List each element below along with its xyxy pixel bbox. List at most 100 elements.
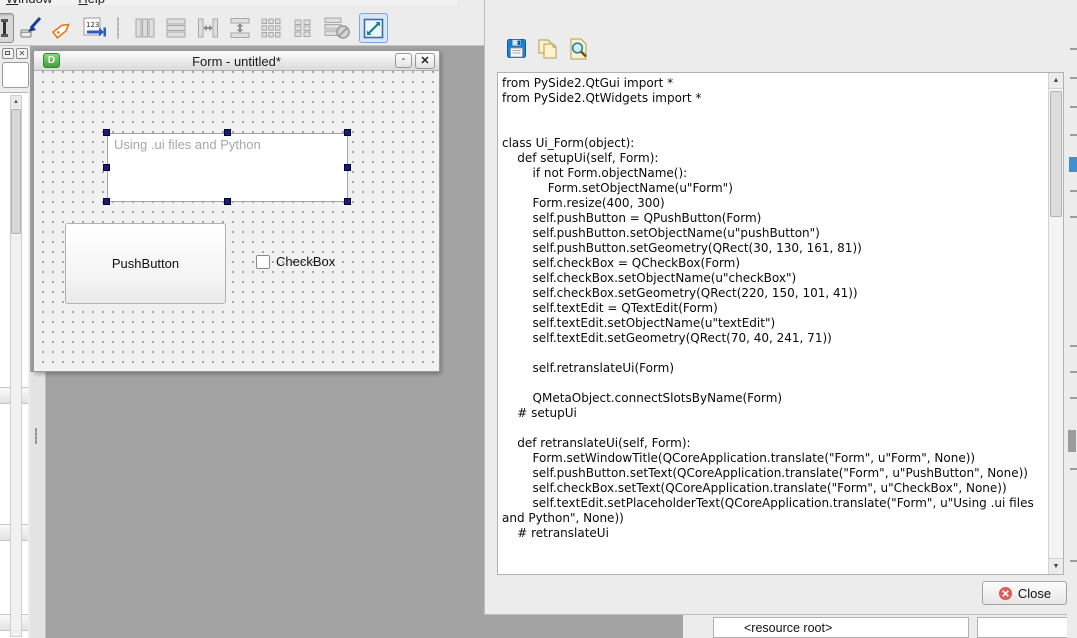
minimize-icon: - xyxy=(402,53,406,65)
code-line: self.textEdit = QTextEdit(Form) xyxy=(502,301,1046,316)
selection-handle[interactable] xyxy=(224,198,231,205)
code-line: def setupUi(self, Form): xyxy=(502,151,1046,166)
layout-form-icon xyxy=(292,17,314,39)
scroll-up-button[interactable]: ▲ xyxy=(1049,73,1063,89)
panel-fragment xyxy=(1070,345,1077,347)
code-preview-dialog: from PySide2.QtGui import *from PySide2.… xyxy=(484,0,1067,615)
dock-close-button[interactable]: ✕ xyxy=(16,48,28,59)
form-titlebar[interactable]: D Form - untitled* - ✕ xyxy=(34,51,439,71)
resource-browser-dock: <resource root> xyxy=(683,615,1077,638)
dialog-close-button[interactable]: Close xyxy=(982,581,1067,605)
code-scrollbar[interactable]: ▲ ▼ xyxy=(1048,73,1063,574)
layout-grid-icon xyxy=(260,17,282,39)
pushbutton-label: PushButton xyxy=(112,256,179,271)
panel-fragment xyxy=(1070,190,1077,192)
scrollbar-thumb[interactable] xyxy=(1050,91,1062,217)
save-icon xyxy=(505,37,528,60)
edit-signals-slots-button[interactable] xyxy=(17,13,45,43)
layout-horizontal-icon xyxy=(134,17,156,39)
scroll-down-icon: ▼ xyxy=(1053,563,1060,570)
copy-button[interactable] xyxy=(536,37,560,61)
code-line: self.pushButton = QPushButton(Form) xyxy=(502,211,1046,226)
selection-handle[interactable] xyxy=(224,129,231,136)
code-line: # retranslateUi xyxy=(502,526,1046,541)
layout-grid-button[interactable] xyxy=(257,13,284,43)
save-button[interactable] xyxy=(505,37,529,61)
selection-handle[interactable] xyxy=(344,164,351,171)
code-line: Form.setObjectName(u"Form") xyxy=(502,181,1046,196)
break-layout-button[interactable] xyxy=(320,13,353,43)
panel-fragment xyxy=(1070,48,1077,50)
layout-horizontal-button[interactable] xyxy=(131,13,158,43)
checkbox-widget[interactable]: CheckBox xyxy=(256,254,335,269)
resource-tree[interactable]: <resource root> xyxy=(713,617,969,638)
textedit-placeholder: Using .ui files and Python xyxy=(114,137,261,152)
code-line: def retranslateUi(self, Form): xyxy=(502,436,1046,451)
layout-splitter-vertical-icon xyxy=(229,17,251,39)
code-line: self.checkBox.setObjectName(u"checkBox") xyxy=(502,271,1046,286)
code-line: Form.setWindowTitle(QCoreApplication.tra… xyxy=(502,451,1046,466)
widget-box-list[interactable]: ▲ xyxy=(0,92,28,638)
close-icon: ✕ xyxy=(420,55,429,67)
splitter-handle[interactable] xyxy=(35,428,37,444)
code-line xyxy=(502,106,1046,121)
edit-signals-slots-icon xyxy=(19,16,43,40)
panel-fragment xyxy=(1070,560,1077,562)
code-line: and Python", None)) xyxy=(502,511,1046,526)
code-line: self.pushButton.setObjectName(u"pushButt… xyxy=(502,226,1046,241)
widget-filter-input[interactable] xyxy=(2,62,29,88)
layout-vertical-button[interactable] xyxy=(162,13,189,43)
selection-handle[interactable] xyxy=(103,129,110,136)
panel-fragment xyxy=(1070,134,1077,136)
find-button[interactable] xyxy=(567,37,591,61)
layout-splitter-vertical-button[interactable] xyxy=(226,13,253,43)
form-canvas[interactable]: Using .ui files and Python PushButton Ch… xyxy=(34,71,439,371)
panel-fragment xyxy=(1070,468,1077,470)
form-designer-window: D Form - untitled* - ✕ Using .ui files a… xyxy=(33,50,440,372)
scrollbar-thumb[interactable] xyxy=(11,109,21,234)
code-text[interactable]: from PySide2.QtGui import *from PySide2.… xyxy=(502,76,1046,572)
edit-tab-order-button[interactable]: 123 xyxy=(79,13,109,43)
selection-handle[interactable] xyxy=(103,198,110,205)
dialog-close-label: Close xyxy=(1018,586,1051,601)
layout-form-button[interactable] xyxy=(289,13,316,43)
find-icon xyxy=(567,37,591,61)
scroll-down-button[interactable]: ▼ xyxy=(1049,558,1063,574)
resource-root-label: <resource root> xyxy=(744,621,832,635)
edit-buddies-icon xyxy=(50,16,74,40)
code-line: from PySide2.QtWidgets import * xyxy=(502,91,1046,106)
layout-splitter-horizontal-icon xyxy=(197,17,219,39)
panel-fragment xyxy=(1070,397,1077,399)
code-line xyxy=(502,346,1046,361)
selection-handle[interactable] xyxy=(344,198,351,205)
widget-box-scrollbar[interactable]: ▲ xyxy=(10,95,22,637)
layout-splitter-horizontal-button[interactable] xyxy=(194,13,221,43)
form-window-title: Form - untitled* xyxy=(34,54,439,69)
code-line: self.checkBox = QCheckBox(Form) xyxy=(502,256,1046,271)
scroll-up-icon: ▲ xyxy=(1053,77,1060,84)
scroll-up-icon[interactable]: ▲ xyxy=(11,96,21,108)
dock-float-button[interactable] xyxy=(2,48,14,59)
window-close-button[interactable]: ✕ xyxy=(415,53,435,69)
panel-fragment xyxy=(1070,371,1077,373)
float-icon xyxy=(5,51,10,55)
code-line xyxy=(502,376,1046,391)
right-panel-sliver xyxy=(1067,0,1077,638)
code-line: QMetaObject.connectSlotsByName(Form) xyxy=(502,391,1046,406)
code-line: self.textEdit.setPlaceholderText(QCoreAp… xyxy=(502,496,1046,511)
widget-box-dock: ✕ ▲ xyxy=(0,46,30,638)
checkbox-indicator[interactable] xyxy=(256,255,270,269)
layout-vertical-icon xyxy=(165,17,187,39)
resource-details-pane[interactable] xyxy=(977,617,1077,638)
svg-text:123: 123 xyxy=(86,21,99,29)
selection-handle[interactable] xyxy=(103,164,110,171)
pushbutton-widget[interactable]: PushButton xyxy=(65,223,226,304)
selection-handle[interactable] xyxy=(344,129,351,136)
minimize-button[interactable]: - xyxy=(395,53,412,68)
edit-widgets-button[interactable] xyxy=(0,13,14,43)
edit-buddies-button[interactable] xyxy=(48,13,76,43)
code-line: Form.resize(400, 300) xyxy=(502,196,1046,211)
main-toolbar: 123 xyxy=(0,5,484,46)
adjust-size-button[interactable] xyxy=(359,13,388,43)
textedit-widget[interactable]: Using .ui files and Python xyxy=(107,133,348,202)
